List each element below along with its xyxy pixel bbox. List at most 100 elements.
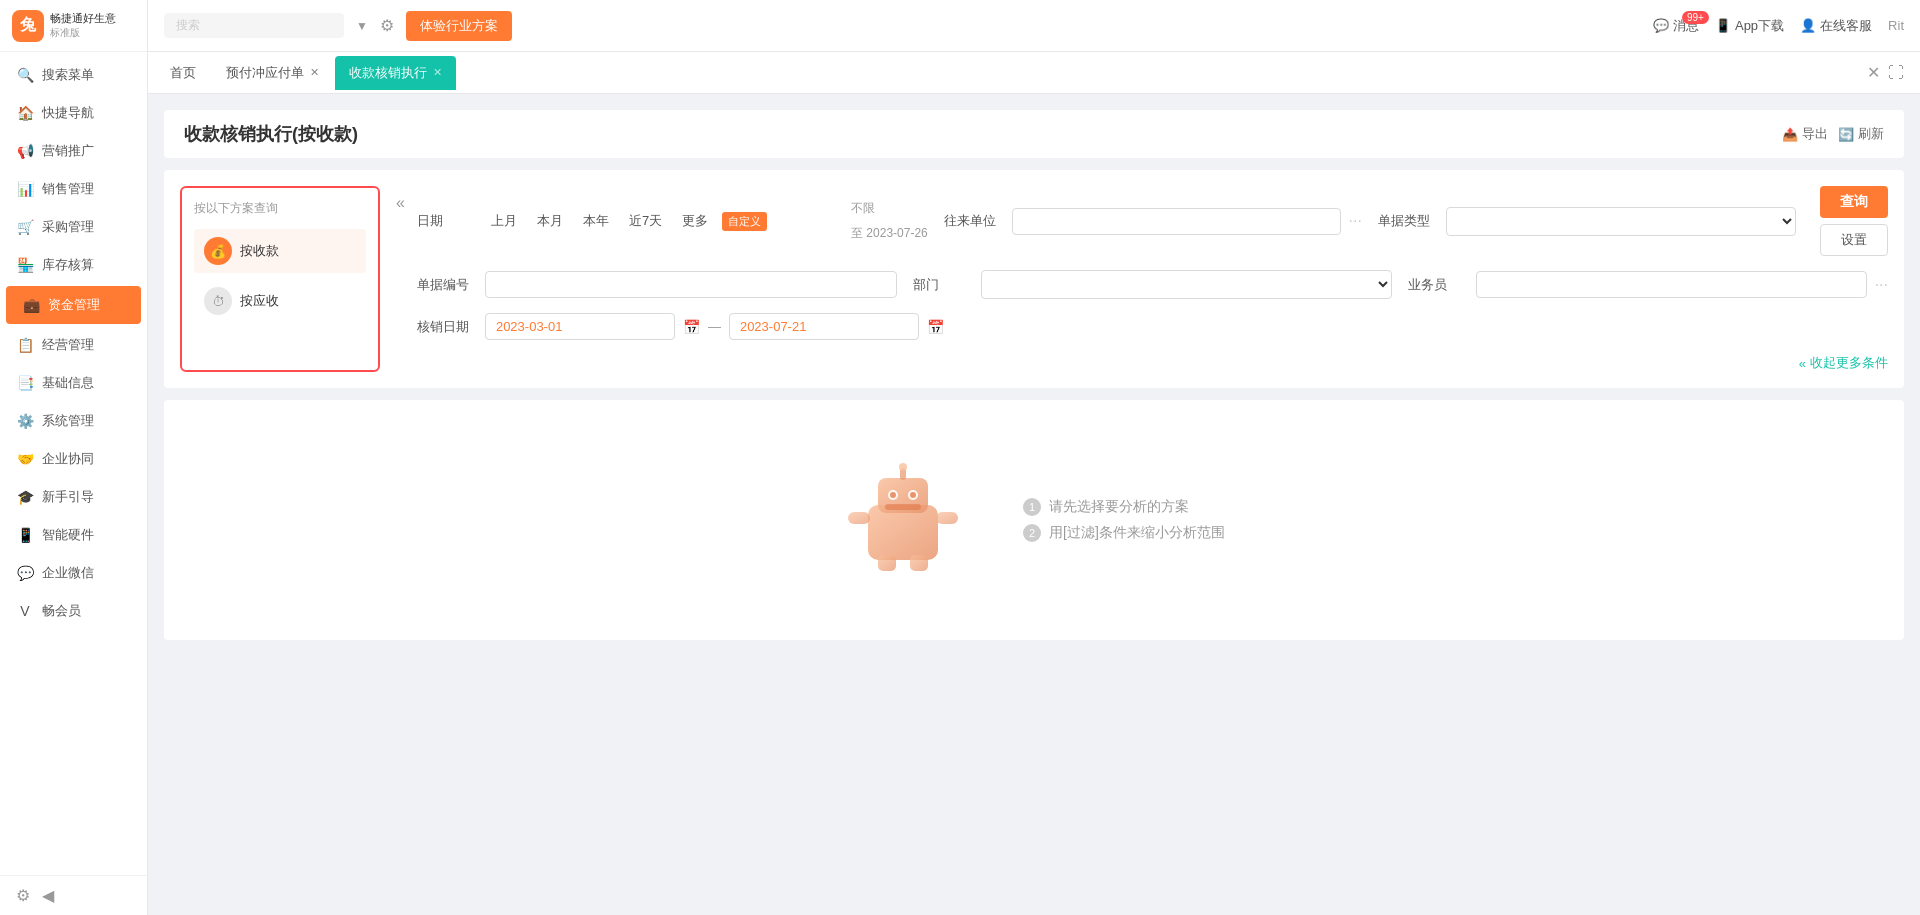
tab-receipt-cancel[interactable]: 收款核销执行 ✕ [335, 56, 456, 90]
sidebar-purchase-label: 采购管理 [42, 218, 94, 236]
sidebar-item-enterprise[interactable]: 🤝 企业协同 [0, 440, 147, 478]
sidebar-inventory-label: 库存核算 [42, 256, 94, 274]
sidebar-item-hardware[interactable]: 📱 智能硬件 [0, 516, 147, 554]
verify-date-label: 核销日期 [417, 318, 477, 336]
page-title: 收款核销执行(按收款) [184, 122, 358, 146]
filter-right: 日期 上月 本月 本年 近7天 更多 自定义 不限 [417, 186, 1888, 372]
date-this-year[interactable]: 本年 [577, 210, 615, 232]
date-label: 日期 [417, 212, 477, 230]
tab-actions: ✕ ⛶ [1867, 63, 1912, 82]
tab-close-window-icon[interactable]: ✕ [1867, 63, 1880, 82]
home-icon: 🏠 [16, 104, 34, 122]
header-search-box[interactable]: 搜索 [164, 13, 344, 38]
voucher-type-label: 单据类型 [1378, 212, 1438, 230]
page-title-bar: 收款核销执行(按收款) 📤 导出 🔄 刷新 [164, 110, 1904, 158]
basicinfo-icon: 📑 [16, 374, 34, 392]
dept-select[interactable] [981, 270, 1393, 299]
calendar-start-icon[interactable]: 📅 [683, 319, 700, 335]
salesperson-dots[interactable]: ··· [1875, 276, 1888, 294]
sidebar-item-system[interactable]: ⚙️ 系统管理 [0, 402, 147, 440]
tab-home[interactable]: 首页 [156, 56, 210, 90]
header-chevron-icon[interactable]: ▼ [356, 19, 368, 33]
tab-fullscreen-icon[interactable]: ⛶ [1888, 64, 1904, 82]
date-no-limit-group: 不限 至 2023-07-26 [851, 200, 928, 242]
sidebar-logo: 兔 畅捷通好生意 标准版 [0, 0, 147, 52]
sidebar-funds-label: 资金管理 [48, 296, 100, 314]
sidebar-item-member[interactable]: V 畅会员 [0, 592, 147, 630]
sidebar-item-search[interactable]: 🔍 搜索菜单 [0, 56, 147, 94]
voucher-type-filter-group: 单据类型 [1378, 207, 1796, 236]
tip-num-2: 2 [1023, 524, 1041, 542]
sidebar-item-purchase[interactable]: 🛒 采购管理 [0, 208, 147, 246]
date-last-month[interactable]: 上月 [485, 210, 523, 232]
sidebar-item-inventory[interactable]: 🏪 库存核算 [0, 246, 147, 284]
sidebar-guide-label: 新手引导 [42, 488, 94, 506]
refresh-label: 刷新 [1858, 125, 1884, 143]
sidebar-item-sales[interactable]: 📊 销售管理 [0, 170, 147, 208]
svg-rect-11 [878, 555, 896, 571]
export-button[interactable]: 📤 导出 [1782, 125, 1828, 143]
collapse-more-button[interactable]: « 收起更多条件 [417, 354, 1888, 372]
voucher-no-input[interactable] [485, 271, 897, 298]
counterparty-dots[interactable]: ··· [1349, 212, 1362, 230]
export-label: 导出 [1802, 125, 1828, 143]
app-download-button[interactable]: 📱 App下载 [1715, 17, 1784, 35]
header-gear-icon[interactable]: ⚙ [380, 16, 394, 35]
date-custom-badge[interactable]: 自定义 [722, 212, 767, 231]
sidebar-item-wechat[interactable]: 💬 企业微信 [0, 554, 147, 592]
empty-tip-1-label: 请先选择要分析的方案 [1049, 498, 1189, 516]
sidebar-enterprise-label: 企业协同 [42, 450, 94, 468]
svg-rect-12 [910, 555, 928, 571]
collapse-query-panel-btn[interactable]: « [396, 194, 405, 212]
svg-rect-0 [868, 505, 938, 560]
dept-filter-group: 部门 [913, 270, 1393, 299]
query-option-by-receivable[interactable]: ⏱ 按应收 [194, 279, 366, 323]
sidebar-marketing-label: 营销推广 [42, 142, 94, 160]
query-button[interactable]: 查询 [1820, 186, 1888, 218]
tab-home-label: 首页 [170, 64, 196, 82]
sidebar-item-funds[interactable]: 💼 资金管理 [6, 286, 141, 324]
empty-tips: 1 请先选择要分析的方案 2 用[过滤]条件来缩小分析范围 [1023, 498, 1225, 542]
settings-bottom-icon[interactable]: ⚙ [16, 886, 30, 905]
date-this-month[interactable]: 本月 [531, 210, 569, 232]
sales-icon: 📊 [16, 180, 34, 198]
refresh-icon: 🔄 [1838, 127, 1854, 142]
collapse-more-label: 收起更多条件 [1810, 354, 1888, 372]
sidebar-item-operations[interactable]: 📋 经营管理 [0, 326, 147, 364]
filter-layout: 按以下方案查询 💰 按收款 ⏱ 按应收 « [180, 186, 1888, 372]
logo-icon: 兔 [12, 10, 44, 42]
sidebar-wechat-label: 企业微信 [42, 564, 94, 582]
calendar-end-icon[interactable]: 📅 [927, 319, 944, 335]
sidebar-item-guide[interactable]: 🎓 新手引导 [0, 478, 147, 516]
verify-date-start-input[interactable] [485, 313, 675, 340]
sidebar-item-basicinfo[interactable]: 📑 基础信息 [0, 364, 147, 402]
date-more[interactable]: 更多 [676, 210, 714, 232]
tab-prepay[interactable]: 预付冲应付单 ✕ [212, 56, 333, 90]
sidebar-search-label: 搜索菜单 [42, 66, 94, 84]
empty-state-panel: 1 请先选择要分析的方案 2 用[过滤]条件来缩小分析范围 [164, 400, 1904, 640]
svg-point-7 [899, 463, 907, 471]
sidebar-member-label: 畅会员 [42, 602, 81, 620]
tab-receipt-cancel-close[interactable]: ✕ [433, 66, 442, 79]
verify-date-end-input[interactable] [729, 313, 919, 340]
sidebar-item-marketing[interactable]: 📢 营销推广 [0, 132, 147, 170]
user-name: Rit [1888, 18, 1904, 33]
refresh-button[interactable]: 🔄 刷新 [1838, 125, 1884, 143]
svg-rect-9 [848, 512, 870, 524]
voucher-type-select[interactable] [1446, 207, 1796, 236]
tab-prepay-close[interactable]: ✕ [310, 66, 319, 79]
setting-button[interactable]: 设置 [1820, 224, 1888, 256]
trial-button[interactable]: 体验行业方案 [406, 11, 512, 41]
svg-point-4 [890, 492, 896, 498]
message-icon: 💬 [1653, 18, 1669, 33]
guide-icon: 🎓 [16, 488, 34, 506]
sidebar-item-quicknav[interactable]: 🏠 快捷导航 [0, 94, 147, 132]
counterparty-input[interactable] [1012, 208, 1341, 235]
query-option-by-receipt[interactable]: 💰 按收款 [194, 229, 366, 273]
salesperson-input[interactable] [1476, 271, 1866, 298]
date-7days[interactable]: 近7天 [623, 210, 668, 232]
header-right: 💬 消息 99+ 📱 App下载 👤 在线客服 Rit [1653, 17, 1904, 35]
collapse-sidebar-icon[interactable]: ◀ [42, 886, 54, 905]
online-service-button[interactable]: 👤 在线客服 [1800, 17, 1872, 35]
message-button[interactable]: 💬 消息 99+ [1653, 17, 1699, 35]
